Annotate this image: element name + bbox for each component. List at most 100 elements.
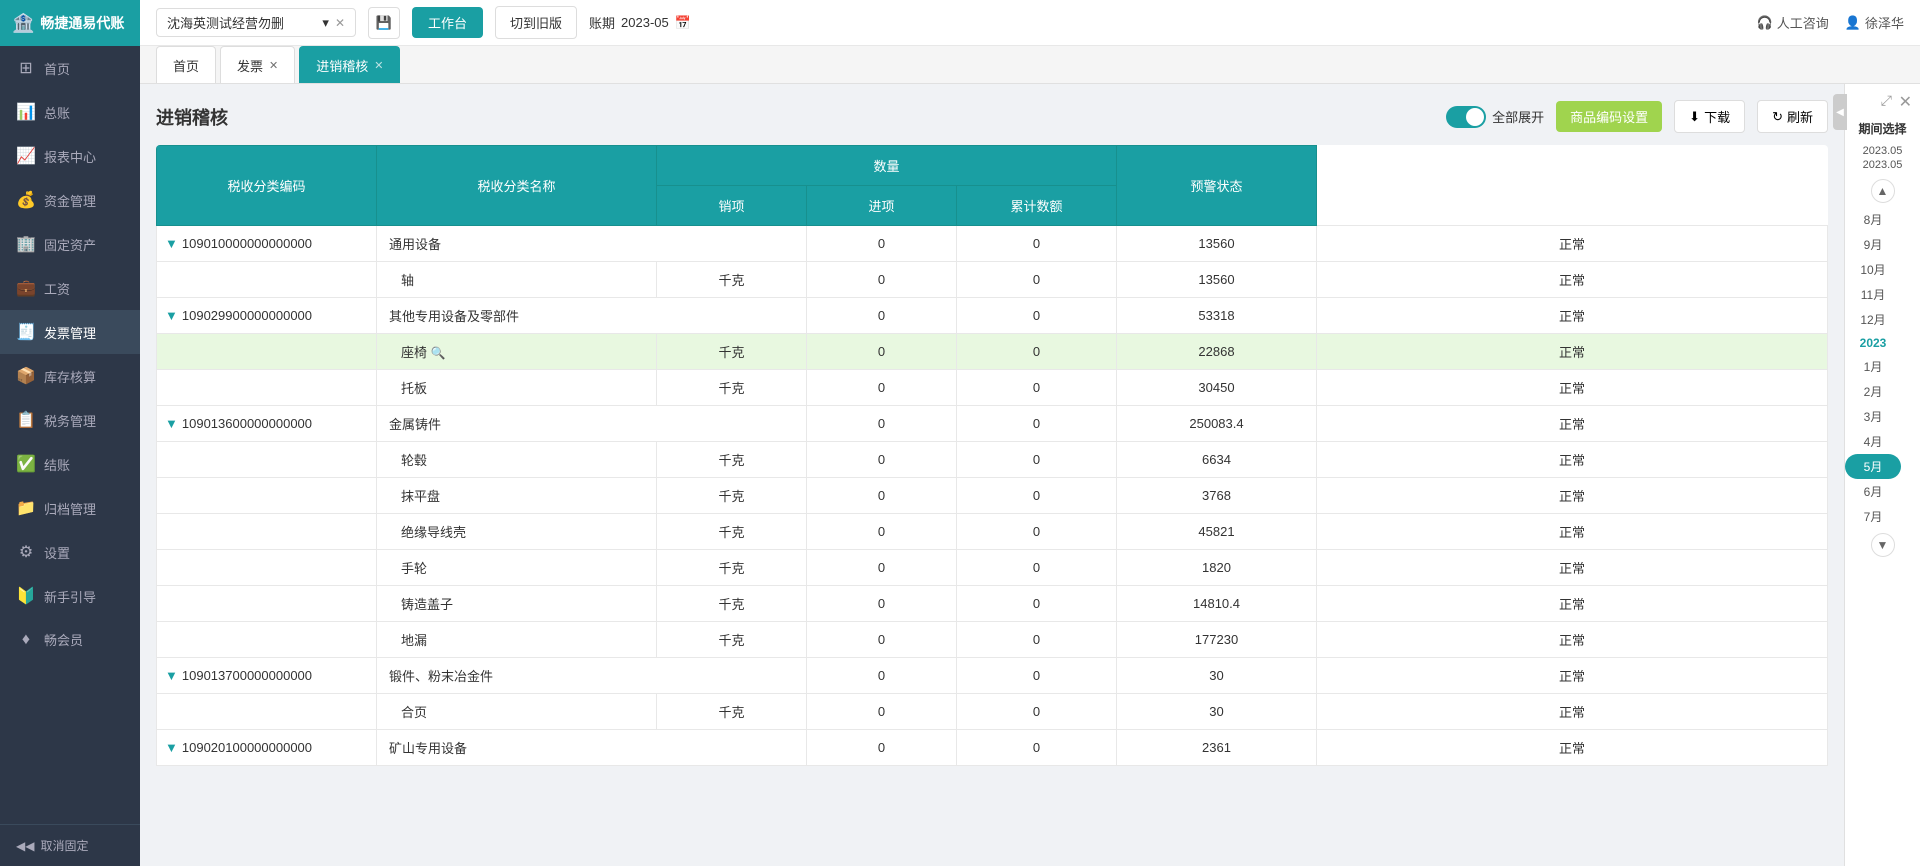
- refresh-button[interactable]: ↻ 刷新: [1757, 100, 1828, 133]
- panel-collapse-btn[interactable]: ◀: [1833, 94, 1847, 130]
- service-btn[interactable]: 🎧 人工咨询: [1757, 13, 1829, 32]
- sidebar-item-report[interactable]: 📈 报表中心: [0, 134, 140, 178]
- sidebar-item-label: 设置: [44, 543, 70, 562]
- calendar-icon[interactable]: 📅: [675, 15, 691, 31]
- app-name: 畅捷通易代账: [40, 13, 124, 33]
- table-cell-unit: 千克: [657, 370, 807, 406]
- tab-invoice[interactable]: 发票 ✕: [220, 46, 295, 83]
- period-display: 账期 2023-05 📅: [589, 13, 691, 32]
- period-label: 账期: [589, 13, 615, 32]
- table-cell-unit: 千克: [657, 442, 807, 478]
- report-icon: 📈: [16, 146, 36, 166]
- month-item[interactable]: 1月: [1845, 354, 1901, 379]
- sidebar-item-fund[interactable]: 💰 资金管理: [0, 178, 140, 222]
- th-quantity-group: 数量: [657, 146, 1117, 186]
- page-title-row: 进销稽核 全部展开 商品编码设置 ⬇ 下载 ↻ 刷新: [156, 100, 1828, 133]
- table-cell-sales: 0: [807, 730, 957, 766]
- sidebar-item-settings[interactable]: ⚙ 设置: [0, 530, 140, 574]
- table-cell-warning: 正常: [1317, 694, 1828, 730]
- toggle-switch[interactable]: [1446, 106, 1486, 128]
- tab-home-label: 首页: [173, 56, 199, 75]
- month-item[interactable]: 4月: [1845, 429, 1901, 454]
- table-cell-name: 地漏: [377, 622, 657, 658]
- table-cell-code: [157, 586, 377, 622]
- th-purchase: 进项: [807, 186, 957, 226]
- sidebar-item-member[interactable]: ♦ 畅会员: [0, 618, 140, 661]
- table-cell-name: 轮毂: [377, 442, 657, 478]
- sidebar-item-tax[interactable]: 📋 税务管理: [0, 398, 140, 442]
- old-version-button[interactable]: 切到旧版: [495, 6, 577, 39]
- search-icon[interactable]: 🔍: [431, 346, 446, 360]
- table-cell-sales: 0: [807, 226, 957, 262]
- month-item[interactable]: 11月: [1845, 282, 1901, 307]
- company-selector[interactable]: 沈海英测试经营勿删 ▾ ✕: [156, 8, 356, 37]
- logo-icon: 🏦: [12, 13, 34, 34]
- table-cell-cumulative: 30: [1117, 658, 1317, 694]
- panel-up-btn[interactable]: ▲: [1871, 179, 1895, 203]
- workspace-button[interactable]: 工作台: [412, 7, 483, 38]
- save-button[interactable]: 💾: [368, 7, 400, 39]
- table-cell-cumulative: 45821: [1117, 514, 1317, 550]
- sidebar-item-guide[interactable]: 🔰 新手引导: [0, 574, 140, 618]
- table-cell-purchase: 0: [957, 622, 1117, 658]
- table-cell-name: 锻件、粉末冶金件: [377, 658, 807, 694]
- sidebar-item-invoice[interactable]: 🧾 发票管理: [0, 310, 140, 354]
- table-cell-sales: 0: [807, 478, 957, 514]
- table-cell-cumulative: 13560: [1117, 226, 1317, 262]
- period-year2: 2023.05: [1845, 159, 1920, 171]
- sidebar-item-label: 结账: [44, 455, 70, 474]
- sidebar-item-home[interactable]: ⊞ 首页: [0, 46, 140, 90]
- tab-invoice-close[interactable]: ✕: [269, 59, 278, 72]
- download-button[interactable]: ⬇ 下载: [1674, 100, 1745, 133]
- sidebar-item-archive[interactable]: 📁 归档管理: [0, 486, 140, 530]
- table-cell-warning: 正常: [1317, 262, 1828, 298]
- table-cell-unit: 千克: [657, 262, 807, 298]
- company-delete-icon[interactable]: ✕: [335, 16, 345, 30]
- content-area: 进销稽核 全部展开 商品编码设置 ⬇ 下载 ↻ 刷新: [140, 84, 1920, 866]
- month-item[interactable]: 8月: [1845, 207, 1901, 232]
- table-cell-cumulative: 177230: [1117, 622, 1317, 658]
- table-cell-unit: 千克: [657, 334, 807, 370]
- table-cell-cumulative: 13560: [1117, 262, 1317, 298]
- expand-all-toggle[interactable]: 全部展开: [1446, 106, 1544, 128]
- user-label: 徐泽华: [1865, 13, 1904, 32]
- sidebar-item-inventory[interactable]: 📦 库存核算: [0, 354, 140, 398]
- table-cell-warning: 正常: [1317, 298, 1828, 334]
- th-tax-code: 税收分类编码: [157, 146, 377, 226]
- table-cell-name: 金属铸件: [377, 406, 807, 442]
- month-item[interactable]: 2月: [1845, 379, 1901, 404]
- sidebar-item-ledger[interactable]: 📊 总账: [0, 90, 140, 134]
- sidebar-item-settle[interactable]: ✅ 结账: [0, 442, 140, 486]
- month-item[interactable]: 6月: [1845, 479, 1901, 504]
- expand-panel-btn[interactable]: ⤢: [1881, 92, 1892, 109]
- table-cell-cumulative: 2361: [1117, 730, 1317, 766]
- table-cell-purchase: 0: [957, 370, 1117, 406]
- panel-down-btn[interactable]: ▼: [1871, 533, 1895, 557]
- sidebar-item-label: 畅会员: [44, 630, 83, 649]
- sidebar-item-salary[interactable]: 💼 工资: [0, 266, 140, 310]
- sidebar-item-label: 固定资产: [44, 235, 96, 254]
- month-item[interactable]: 10月: [1845, 257, 1901, 282]
- month-item[interactable]: 9月: [1845, 232, 1901, 257]
- table-cell-name: 座椅 🔍: [377, 334, 657, 370]
- month-item[interactable]: 3月: [1845, 404, 1901, 429]
- table-cell-code: [157, 514, 377, 550]
- table-cell-sales: 0: [807, 406, 957, 442]
- month-item[interactable]: 12月: [1845, 307, 1901, 332]
- sidebar-unpin[interactable]: ◀◀ 取消固定: [0, 824, 140, 866]
- product-code-button[interactable]: 商品编码设置: [1556, 101, 1662, 132]
- topbar: 沈海英测试经营勿删 ▾ ✕ 💾 工作台 切到旧版 账期 2023-05 📅 🎧 …: [140, 0, 1920, 46]
- sidebar-item-fixed[interactable]: 🏢 固定资产: [0, 222, 140, 266]
- month-item[interactable]: 7月: [1845, 504, 1901, 529]
- tabbar: 首页 发票 ✕ 进销稽核 ✕: [140, 46, 1920, 84]
- month-item[interactable]: 5月: [1845, 454, 1901, 479]
- table-cell-name: 轴: [377, 262, 657, 298]
- year-label: 2023: [1845, 332, 1901, 354]
- tab-reconcile-close[interactable]: ✕: [374, 59, 383, 72]
- th-tax-name: 税收分类名称: [377, 146, 657, 226]
- close-panel-btn[interactable]: ✕: [1899, 92, 1912, 112]
- tab-home[interactable]: 首页: [156, 46, 216, 83]
- user-btn[interactable]: 👤 徐泽华: [1845, 13, 1904, 32]
- table-cell-warning: 正常: [1317, 226, 1828, 262]
- tab-reconcile[interactable]: 进销稽核 ✕: [299, 46, 400, 83]
